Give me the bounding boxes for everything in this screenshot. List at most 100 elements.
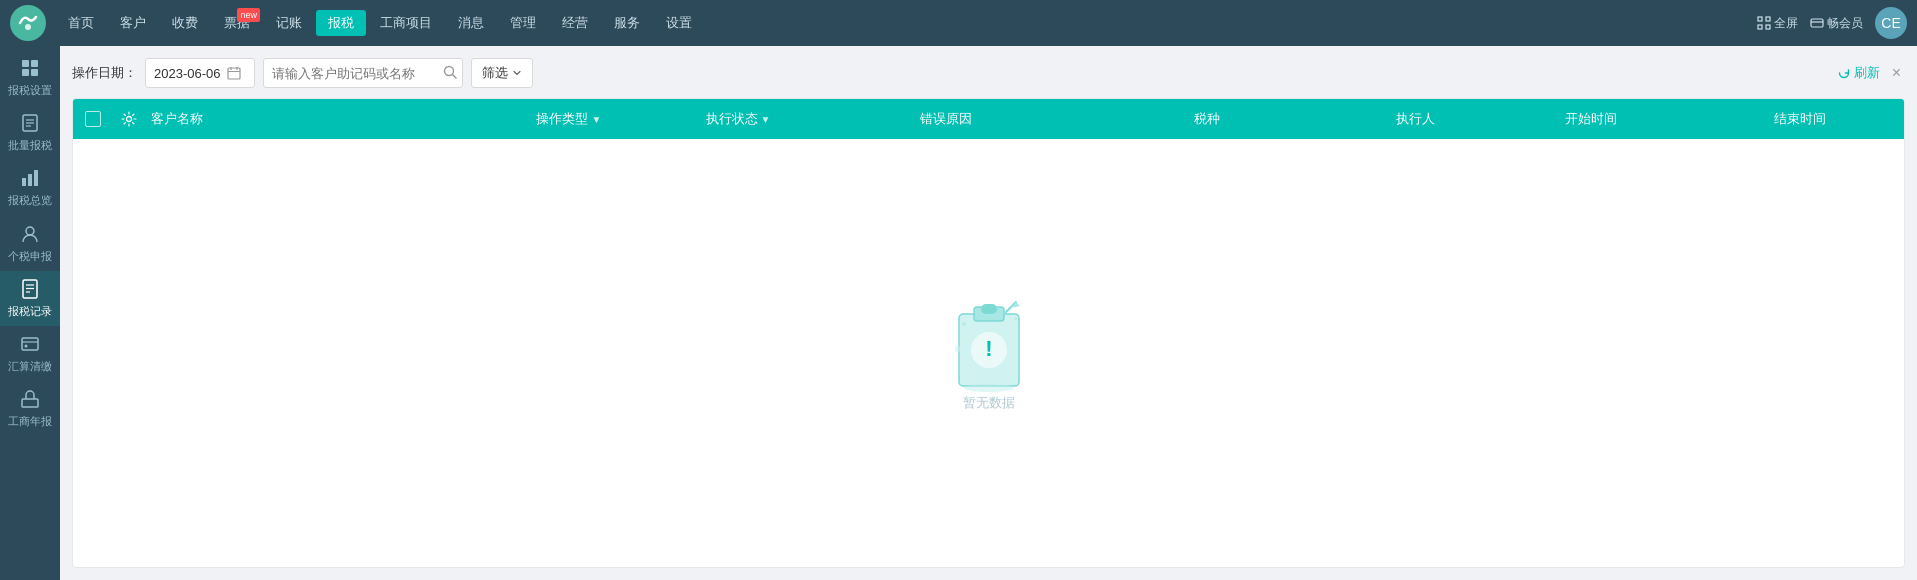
svg-rect-26 [22,399,38,407]
sidebar-item-batch-tax-label: 批量报税 [8,139,52,152]
search-input[interactable] [263,58,463,88]
avatar[interactable]: CE [1875,7,1907,39]
svg-rect-36 [981,304,997,314]
svg-rect-5 [1766,25,1770,29]
refresh-icon [1837,66,1851,80]
svg-rect-6 [1811,19,1823,27]
th-error-reason: 错误原因 [823,110,1071,128]
svg-point-44 [964,384,1014,392]
svg-point-18 [26,227,34,235]
th-executor: 执行人 [1344,110,1487,128]
sidebar-item-personal-tax[interactable]: 个税申报 [0,216,60,271]
nav-item-message[interactable]: 消息 [446,10,496,36]
refresh-label: 刷新 [1854,64,1880,82]
main-layout: 报税设置 批量报税 报税总览 [0,46,1917,580]
select-all-checkbox[interactable] [85,111,101,127]
th-exec-status[interactable]: 执行状态 ▼ [654,110,823,128]
nav-item-manage[interactable]: 管理 [498,10,548,36]
svg-point-41 [962,322,966,326]
batch-tax-icon [20,113,40,136]
settlement-icon [20,334,40,357]
app-logo[interactable] [10,5,46,41]
th-end-time: 结束时间 [1696,110,1904,128]
fullscreen-label: 全屏 [1774,15,1798,32]
sidebar-item-annual-report[interactable]: 工商年报 [0,381,60,436]
nav-item-business[interactable]: 工商项目 [368,10,444,36]
sidebar-item-tax-overview[interactable]: 报税总览 [0,160,60,215]
date-value: 2023-06-06 [154,66,221,81]
sidebar-item-tax-settings[interactable]: 报税设置 [0,50,60,105]
svg-point-0 [10,5,46,41]
member-btn[interactable]: 畅会员 [1810,15,1863,32]
column-settings-icon [121,111,137,127]
svg-point-42 [955,346,961,352]
svg-text:!: ! [985,336,992,361]
date-label: 操作日期： [72,64,137,82]
th-op-type[interactable]: 操作类型 ▼ [484,110,653,128]
table-header: 客户名称 操作类型 ▼ 执行状态 ▼ 错误原因 税种 执行人 [73,99,1904,139]
svg-rect-23 [22,338,38,350]
th-customer-name: 客户名称 [145,110,484,128]
svg-rect-15 [22,178,26,186]
search-wrap [263,58,463,88]
sidebar-item-annual-report-label: 工商年报 [8,415,52,428]
refresh-button[interactable]: 刷新 [1837,64,1880,82]
sidebar-item-tax-records-label: 报税记录 [8,305,52,318]
filter-button[interactable]: 筛选 [471,58,533,88]
nav-items: 首页 客户 收费 票据 new 记账 报税 工商项目 消息 管理 经营 服务 设… [56,10,1757,36]
svg-rect-9 [22,69,29,76]
calendar-icon [227,66,241,80]
svg-rect-27 [228,68,240,79]
op-type-filter-icon: ▼ [591,114,601,125]
th-start-time: 开始时间 [1487,110,1695,128]
sidebar-item-tax-records[interactable]: 报税记录 [0,271,60,326]
new-badge: new [237,8,260,22]
empty-illustration: ! [944,294,1034,394]
search-icon[interactable] [443,65,457,82]
svg-rect-16 [28,174,32,186]
svg-rect-7 [22,60,29,67]
nav-item-tax-report[interactable]: 报税 [316,10,366,36]
right-actions: 全屏 畅会员 CE [1757,7,1907,39]
tax-overview-icon [20,168,40,191]
personal-tax-icon [20,224,40,247]
member-label: 畅会员 [1827,15,1863,32]
svg-rect-3 [1766,17,1770,21]
annual-report-icon [20,389,40,412]
nav-item-customer[interactable]: 客户 [108,10,158,36]
nav-item-finance[interactable]: 经营 [550,10,600,36]
filter-label: 筛选 [482,64,508,82]
svg-point-43 [1014,318,1017,321]
nav-item-settings[interactable]: 设置 [654,10,704,36]
sidebar-item-tax-settings-label: 报税设置 [8,84,52,97]
nav-item-home[interactable]: 首页 [56,10,106,36]
sidebar-item-settlement-label: 汇算清缴 [8,360,52,373]
nav-item-invoice[interactable]: 票据 new [212,10,262,36]
empty-text: 暂无数据 [963,394,1015,412]
svg-point-25 [25,344,28,347]
th-settings[interactable] [113,111,145,127]
th-tax-type: 税种 [1070,110,1344,128]
svg-rect-4 [1758,25,1762,29]
tax-settings-icon [20,58,40,81]
table-body: ! 暂无数据 [73,139,1904,567]
sidebar-item-settlement[interactable]: 汇算清缴 [0,326,60,381]
chevron-down-icon [512,68,522,78]
svg-point-1 [25,24,31,30]
fullscreen-btn[interactable]: 全屏 [1757,15,1798,32]
nav-item-service[interactable]: 服务 [602,10,652,36]
close-button[interactable]: × [1888,64,1905,82]
empty-state: ! 暂无数据 [924,274,1054,432]
svg-rect-10 [31,69,38,76]
top-nav: 首页 客户 收费 票据 new 记账 报税 工商项目 消息 管理 经营 服务 设… [0,0,1917,46]
sidebar-item-tax-overview-label: 报税总览 [8,194,52,207]
th-checkbox[interactable] [73,111,113,127]
nav-item-billing[interactable]: 收费 [160,10,210,36]
svg-rect-2 [1758,17,1762,21]
date-input[interactable]: 2023-06-06 [145,58,255,88]
exec-status-filter-icon: ▼ [761,114,771,125]
sidebar-item-batch-tax[interactable]: 批量报税 [0,105,60,160]
svg-point-33 [127,117,132,122]
nav-item-bookkeeping[interactable]: 记账 [264,10,314,36]
table-container: 客户名称 操作类型 ▼ 执行状态 ▼ 错误原因 税种 执行人 [72,98,1905,568]
